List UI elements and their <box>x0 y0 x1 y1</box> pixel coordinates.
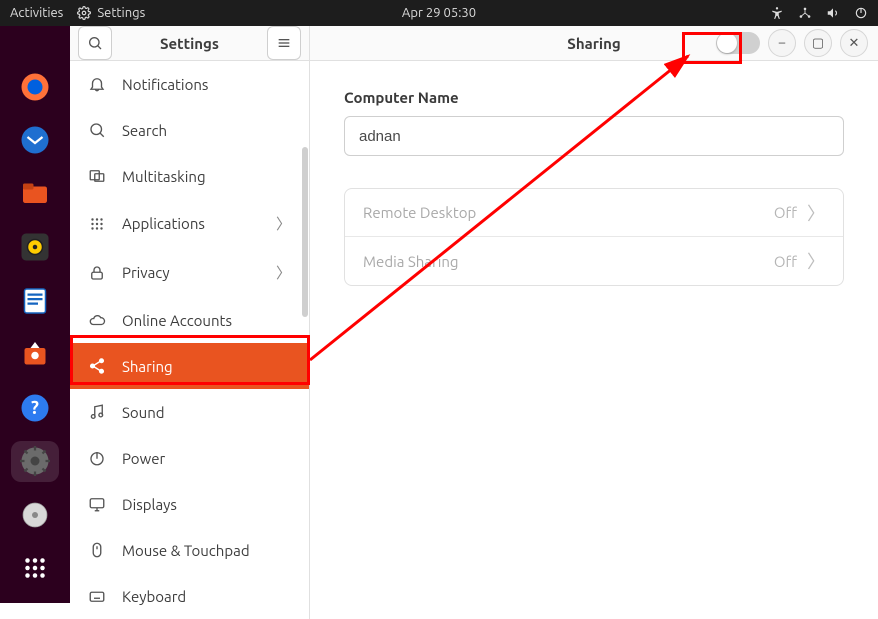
sidebar-item-mouse-touchpad[interactable]: Mouse & Touchpad <box>70 527 309 573</box>
sidebar-item-label: Applications <box>122 215 205 232</box>
accessibility-icon[interactable] <box>770 6 784 20</box>
sidebar-item-label: Power <box>122 450 165 467</box>
dock: ? <box>0 26 70 603</box>
sidebar-item-label: Privacy <box>122 264 170 281</box>
sharing-master-toggle[interactable] <box>716 32 760 54</box>
row-status: Off <box>774 204 797 221</box>
mouse-icon <box>88 541 106 559</box>
dock-help[interactable]: ? <box>11 387 59 429</box>
sidebar-item-label: Multitasking <box>122 168 206 185</box>
dock-software[interactable] <box>11 334 59 376</box>
keyboard-icon <box>88 587 106 605</box>
dock-settings[interactable] <box>11 441 59 483</box>
sidebar-item-sound[interactable]: Sound <box>70 389 309 435</box>
sidebar-item-search[interactable]: Search <box>70 107 309 153</box>
dock-disc[interactable] <box>11 494 59 536</box>
sidebar-item-keyboard[interactable]: Keyboard <box>70 573 309 619</box>
panel-title: Sharing <box>567 35 620 52</box>
chevron-right-icon: 〉 <box>276 262 291 283</box>
hamburger-button[interactable] <box>267 26 301 60</box>
chevron-right-icon: 〉 <box>276 213 291 234</box>
maximize-button[interactable]: ▢ <box>804 29 832 57</box>
computer-name-input[interactable] <box>344 116 844 156</box>
sidebar-item-label: Keyboard <box>122 588 186 605</box>
sidebar-item-label: Online Accounts <box>122 312 232 329</box>
scrollbar[interactable] <box>302 147 308 317</box>
chevron-right-icon: 〉 <box>807 248 825 274</box>
note-icon <box>88 403 106 421</box>
svg-text:?: ? <box>31 398 39 418</box>
minimize-button[interactable]: – <box>768 29 796 57</box>
sidebar-item-applications[interactable]: Applications 〉 <box>70 199 309 248</box>
settings-window: Settings Sharing – ▢ ✕ Notifications Sear… <box>70 26 878 603</box>
grid-icon <box>88 215 106 233</box>
clock[interactable]: Apr 29 05:30 <box>402 6 476 20</box>
row-status: Off <box>774 253 797 270</box>
sidebar-item-label: Displays <box>122 496 177 513</box>
dock-firefox[interactable] <box>11 66 59 108</box>
search-icon <box>88 121 106 139</box>
sharing-panel: Computer Name Remote DesktopOff〉Media Sh… <box>310 61 878 619</box>
sidebar-item-online-accounts[interactable]: Online Accounts <box>70 297 309 343</box>
dock-thunderbird[interactable] <box>11 120 59 162</box>
chevron-right-icon: 〉 <box>807 200 825 226</box>
settings-sidebar: Notifications Search Multitasking Applicati… <box>70 61 310 619</box>
volume-icon[interactable] <box>826 6 840 20</box>
sidebar-item-notifications[interactable]: Notifications <box>70 61 309 107</box>
sidebar-item-label: Search <box>122 122 167 139</box>
row-label: Media Sharing <box>363 253 459 270</box>
cloud-icon <box>88 311 106 329</box>
sidebar-item-label: Sound <box>122 404 165 421</box>
sidebar-item-multitasking[interactable]: Multitasking <box>70 153 309 199</box>
sidebar-item-label: Mouse & Touchpad <box>122 542 250 559</box>
sharing-row-media-sharing[interactable]: Media Sharing Off 〉 <box>345 237 843 285</box>
lock-icon <box>88 264 106 282</box>
sidebar-item-power[interactable]: Power <box>70 435 309 481</box>
sharing-row-remote-desktop[interactable]: Remote Desktop Off 〉 <box>345 189 843 237</box>
sidebar-item-sharing[interactable]: Sharing <box>70 343 309 389</box>
topbar-app-label[interactable]: Settings <box>97 6 145 20</box>
dock-writer[interactable] <box>11 280 59 322</box>
dock-files[interactable] <box>11 173 59 215</box>
display-icon <box>88 495 106 513</box>
dock-show-apps[interactable] <box>11 548 59 590</box>
settings-title: Settings <box>118 35 261 52</box>
sidebar-item-displays[interactable]: Displays <box>70 481 309 527</box>
sidebar-item-label: Sharing <box>122 358 173 375</box>
computer-name-label: Computer Name <box>344 89 844 106</box>
gnome-topbar: Activities Settings Apr 29 05:30 <box>0 0 878 26</box>
row-label: Remote Desktop <box>363 204 476 221</box>
share-icon <box>88 357 106 375</box>
multitask-icon <box>88 167 106 185</box>
gear-icon <box>77 6 91 20</box>
activities-button[interactable]: Activities <box>10 6 63 20</box>
bell-icon <box>88 75 106 93</box>
close-button[interactable]: ✕ <box>840 29 868 57</box>
sidebar-item-label: Notifications <box>122 76 208 93</box>
dock-rhythmbox[interactable] <box>11 227 59 269</box>
search-button[interactable] <box>78 26 112 60</box>
power-menu-icon[interactable] <box>854 6 868 20</box>
sidebar-item-privacy[interactable]: Privacy 〉 <box>70 248 309 297</box>
power-icon <box>88 449 106 467</box>
network-icon[interactable] <box>798 6 812 20</box>
